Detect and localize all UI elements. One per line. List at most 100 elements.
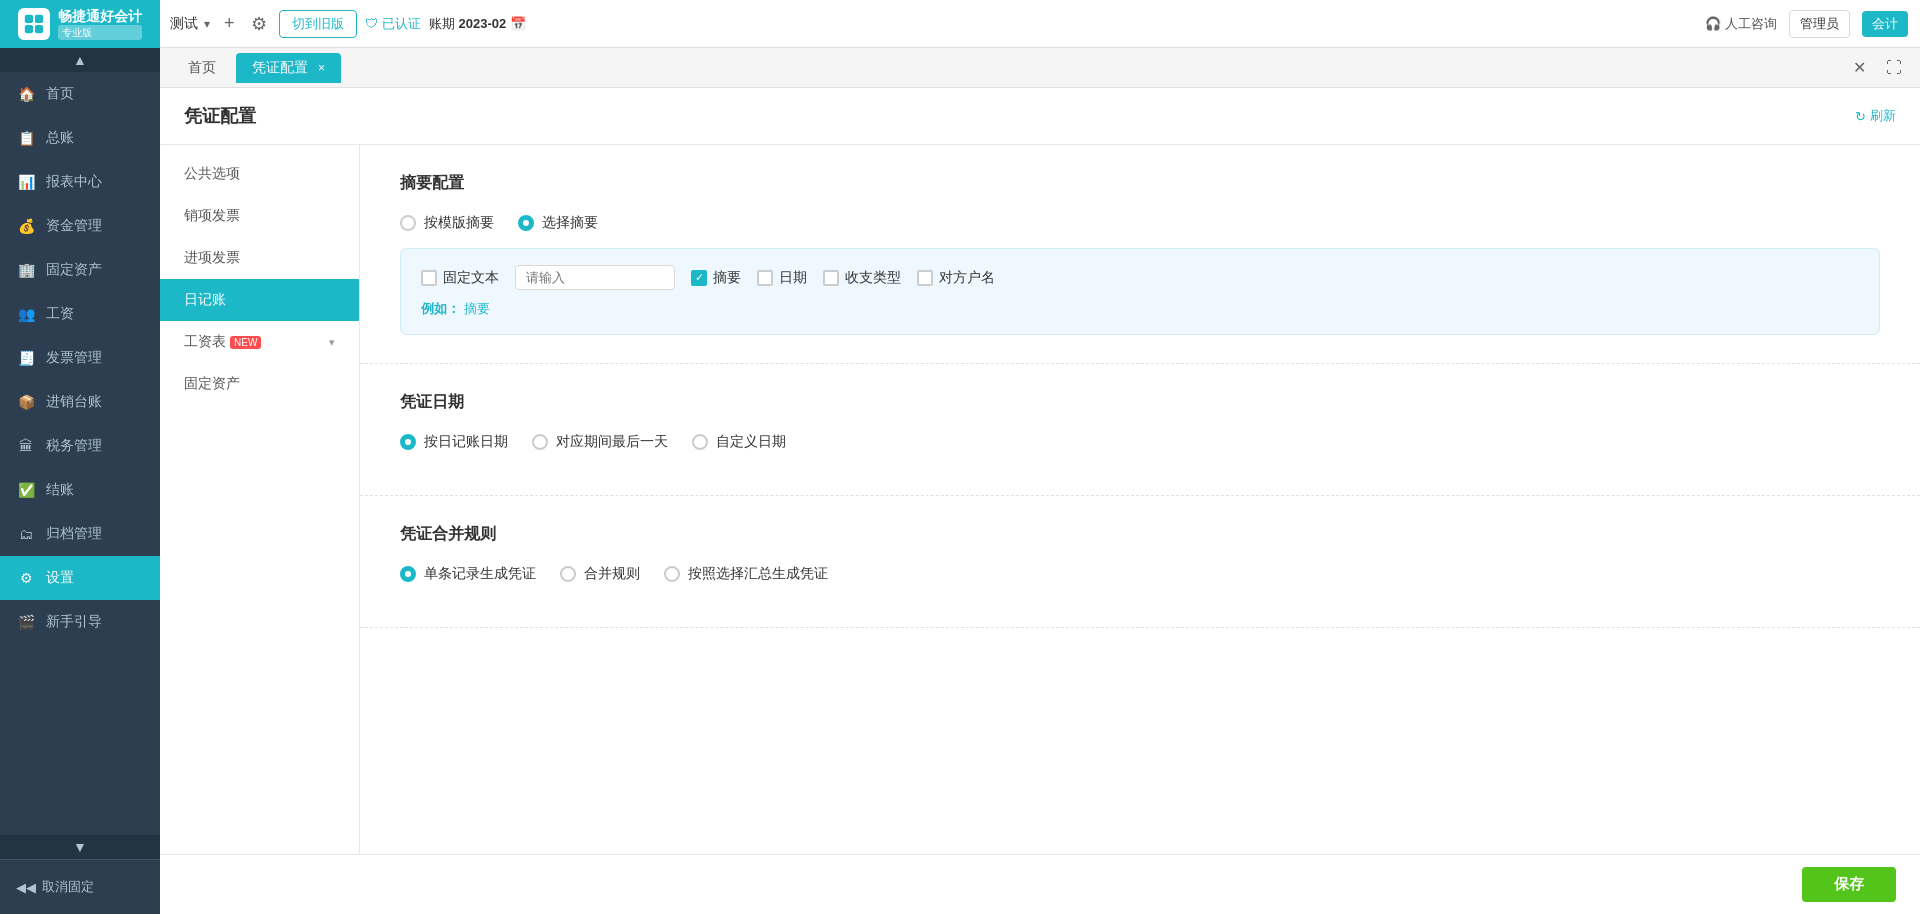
summary-template-option[interactable]: 按模版摘要 (400, 214, 494, 232)
merge-rule-option[interactable]: 合并规则 (560, 565, 640, 583)
config-nav-purchase[interactable]: 进项发票 (160, 237, 359, 279)
sidebar-item-salary[interactable]: 👥 工资 (0, 292, 160, 336)
counterparty-checkbox-option[interactable]: 对方户名 (917, 269, 995, 287)
settings-icon[interactable]: ⚙ (247, 13, 271, 35)
tab-close-icon[interactable]: × (318, 61, 325, 75)
fixed-text-checkbox[interactable] (421, 270, 437, 286)
guide-icon: 🎬 (16, 612, 36, 632)
add-button[interactable]: + (220, 13, 239, 34)
sidebar-item-trade[interactable]: 📦 进销台账 (0, 380, 160, 424)
user-button[interactable]: 管理员 (1789, 10, 1850, 38)
config-nav-sales[interactable]: 销项发票 (160, 195, 359, 237)
selected-summary-option[interactable]: 按照选择汇总生成凭证 (664, 565, 828, 583)
sidebar-item-invoice[interactable]: 🧾 发票管理 (0, 336, 160, 380)
custom-date-option[interactable]: 自定义日期 (692, 433, 786, 451)
sidebar-item-label: 发票管理 (46, 349, 102, 367)
sidebar-item-report[interactable]: 📊 报表中心 (0, 160, 160, 204)
page-title: 凭证配置 (184, 104, 256, 128)
sidebar-item-label: 首页 (46, 85, 74, 103)
sidebar-item-fund[interactable]: 💰 资金管理 (0, 204, 160, 248)
fullscreen-icon[interactable]: ⛶ (1880, 57, 1908, 79)
summary-options-row: 按模版摘要 选择摘要 (400, 214, 1880, 232)
sidebar-bottom: ◀◀ 取消固定 (0, 859, 160, 914)
abstract-checkbox[interactable] (691, 270, 707, 286)
accountant-button[interactable]: 会计 (1862, 11, 1908, 37)
sidebar-item-label: 新手引导 (46, 613, 102, 631)
sidebar-item-settings[interactable]: ⚙ 设置 (0, 556, 160, 600)
config-nav-journal[interactable]: 日记账 (160, 279, 359, 321)
logo-text: 畅捷通好会计 专业版 (58, 7, 142, 40)
sidebar-item-asset[interactable]: 🏢 固定资产 (0, 248, 160, 292)
summary-template-radio[interactable] (400, 215, 416, 231)
income-type-checkbox[interactable] (823, 270, 839, 286)
summary-config-box: 固定文本 摘要 日期 (400, 248, 1880, 335)
single-record-option[interactable]: 单条记录生成凭证 (400, 565, 536, 583)
home-icon: 🏠 (16, 84, 36, 104)
config-nav-public[interactable]: 公共选项 (160, 153, 359, 195)
fund-icon: 💰 (16, 216, 36, 236)
archive-icon: 🗂 (16, 524, 36, 544)
abstract-checkbox-option[interactable]: 摘要 (691, 269, 741, 287)
counterparty-checkbox[interactable] (917, 270, 933, 286)
salary-icon: 👥 (16, 304, 36, 324)
journal-date-option[interactable]: 按日记账日期 (400, 433, 508, 451)
period-last-option[interactable]: 对应期间最后一天 (532, 433, 668, 451)
invoice-icon: 🧾 (16, 348, 36, 368)
config-layout: 公共选项 销项发票 进项发票 日记账 工资表 NEW ▾ 固定资产 摘要配置 (160, 145, 1920, 854)
support-button[interactable]: 🎧 人工咨询 (1705, 15, 1777, 33)
income-type-checkbox-option[interactable]: 收支类型 (823, 269, 901, 287)
svg-rect-3 (35, 24, 43, 32)
sidebar-item-archive[interactable]: 🗂 归档管理 (0, 512, 160, 556)
sidebar-item-settle[interactable]: ✅ 结账 (0, 468, 160, 512)
config-nav-payroll[interactable]: 工资表 NEW ▾ (160, 321, 359, 363)
example-text: 例如： 摘要 (421, 300, 1859, 318)
single-record-radio[interactable] (400, 566, 416, 582)
date-options-row: 按日记账日期 对应期间最后一天 自定义日期 (400, 433, 1880, 451)
old-version-button[interactable]: 切到旧版 (279, 10, 357, 38)
pin-icon: ◀◀ (16, 880, 36, 895)
settle-icon: ✅ (16, 480, 36, 500)
content-area: 首页 凭证配置 × ✕ ⛶ 凭证配置 ↻ 刷新 (160, 48, 1920, 914)
sidebar-item-ledger[interactable]: 📋 总账 (0, 116, 160, 160)
refresh-button[interactable]: ↻ 刷新 (1855, 107, 1896, 125)
scroll-up-arrow[interactable]: ▲ (0, 48, 160, 72)
date-checkbox-option[interactable]: 日期 (757, 269, 807, 287)
shield-icon: 🛡 (365, 16, 378, 31)
sidebar-item-home[interactable]: 🏠 首页 (0, 72, 160, 116)
journal-date-radio[interactable] (400, 434, 416, 450)
selected-summary-radio[interactable] (664, 566, 680, 582)
chevron-down-icon: ▾ (204, 17, 210, 31)
sidebar-scroll: 🏠 首页 📋 总账 📊 报表中心 💰 资金管理 🏢 固定资产 👥 工资 (0, 72, 160, 835)
summary-box-row: 固定文本 摘要 日期 (421, 265, 1859, 290)
date-checkbox[interactable] (757, 270, 773, 286)
fixed-text-checkbox-option[interactable]: 固定文本 (421, 269, 499, 287)
settings-icon: ⚙ (16, 568, 36, 588)
chevron-down-icon: ▾ (329, 336, 335, 349)
ledger-icon: 📋 (16, 128, 36, 148)
sidebar-item-guide[interactable]: 🎬 新手引导 (0, 600, 160, 644)
certified-badge: 🛡 已认证 (365, 15, 421, 33)
summary-select-radio[interactable] (518, 215, 534, 231)
main-layout: ▲ 🏠 首页 📋 总账 📊 报表中心 💰 资金管理 🏢 固定资产 (0, 48, 1920, 914)
custom-date-radio[interactable] (692, 434, 708, 450)
summary-section: 摘要配置 按模版摘要 选择摘要 (360, 145, 1920, 364)
tax-icon: 🏛 (16, 436, 36, 456)
project-selector[interactable]: 测试 ▾ (170, 15, 210, 33)
close-window-icon[interactable]: ✕ (1847, 56, 1872, 79)
config-nav-fixed-assets[interactable]: 固定资产 (160, 363, 359, 405)
unpin-button[interactable]: ◀◀ 取消固定 (0, 868, 160, 906)
fixed-text-input[interactable] (515, 265, 675, 290)
merge-rule-radio[interactable] (560, 566, 576, 582)
tab-voucher-config[interactable]: 凭证配置 × (236, 53, 341, 83)
summary-select-option[interactable]: 选择摘要 (518, 214, 598, 232)
save-button[interactable]: 保存 (1802, 867, 1896, 902)
period-last-radio[interactable] (532, 434, 548, 450)
save-bar: 保存 (160, 854, 1920, 914)
calendar-icon[interactable]: 📅 (510, 16, 526, 31)
summary-title: 摘要配置 (400, 173, 1880, 194)
sidebar-item-label: 设置 (46, 569, 74, 587)
scroll-down-arrow[interactable]: ▼ (0, 835, 160, 859)
date-section: 凭证日期 按日记账日期 对应期间最后一天 (360, 364, 1920, 496)
sidebar-item-tax[interactable]: 🏛 税务管理 (0, 424, 160, 468)
tab-home[interactable]: 首页 (172, 53, 232, 83)
